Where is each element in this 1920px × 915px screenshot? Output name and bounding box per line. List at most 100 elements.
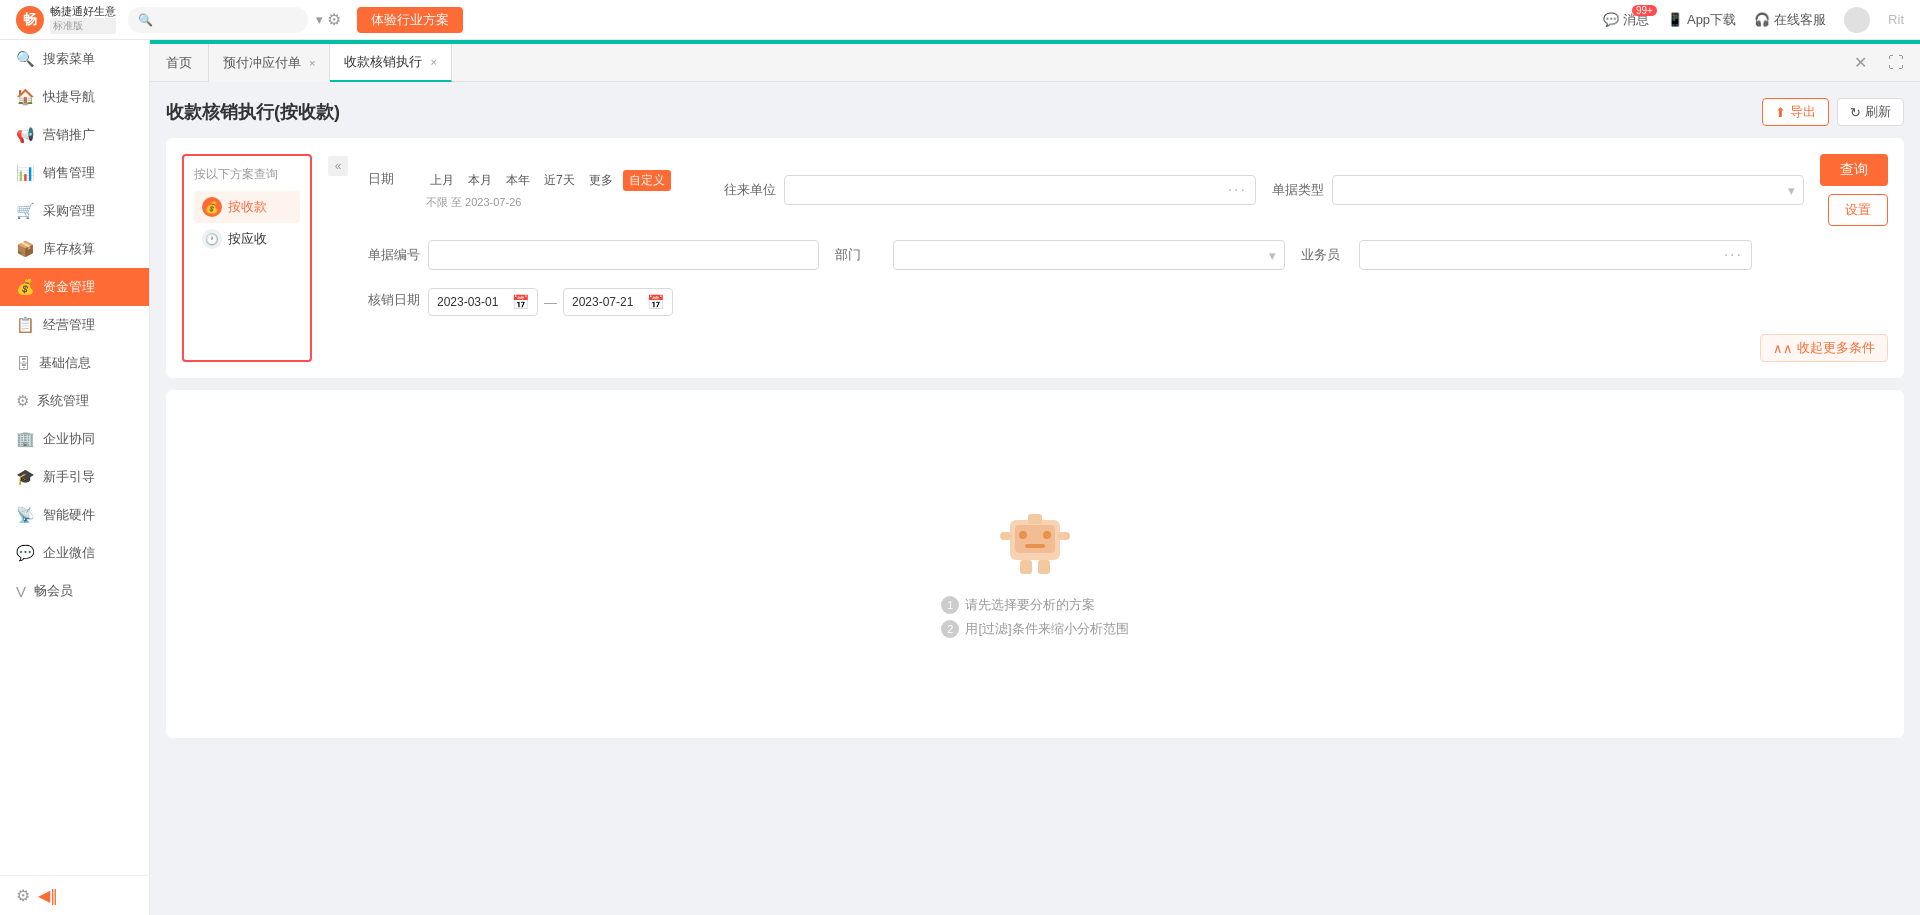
query-button[interactable]: 查询 (1820, 154, 1888, 186)
refresh-button[interactable]: ↻ 刷新 (1837, 98, 1904, 126)
tab-prepay-close-icon[interactable]: × (309, 57, 315, 69)
date-label: 日期 (368, 170, 418, 188)
date-link-more[interactable]: 更多 (585, 170, 617, 191)
sidebar-item-wechat[interactable]: 💬 企业微信 (0, 534, 149, 572)
sidebar-label-operations: 经营管理 (43, 316, 95, 334)
doc-no-label: 单据编号 (368, 246, 420, 264)
writeoff-end-input[interactable]: 2023-07-21 📅 (563, 288, 673, 316)
sidebar-item-operations[interactable]: 📋 经营管理 (0, 306, 149, 344)
sidebar-item-purchase[interactable]: 🛒 采购管理 (0, 192, 149, 230)
tab-expand-icon[interactable]: ⛶ (1882, 49, 1910, 77)
doc-type-select[interactable]: ▾ (1332, 175, 1804, 205)
tip-text-1: 请先选择要分析的方案 (965, 596, 1095, 614)
sidebar-label-enterprise: 企业协同 (43, 430, 95, 448)
page-title: 收款核销执行(按收款) (166, 100, 340, 124)
wechat-icon: 💬 (16, 544, 35, 562)
writeoff-start-input[interactable]: 2023-03-01 📅 (428, 288, 538, 316)
calendar-end-icon[interactable]: 📅 (647, 294, 664, 310)
export-button[interactable]: ⬆ 导出 (1762, 98, 1829, 126)
sidebar-item-sales[interactable]: 📊 销售管理 (0, 154, 149, 192)
phone-icon: 📱 (1667, 12, 1683, 27)
sidebar-label-system: 系统管理 (37, 392, 89, 410)
svg-rect-9 (1038, 560, 1050, 574)
filter-option-by-collection[interactable]: 💰 按收款 (194, 191, 300, 223)
sidebar-settings-icon[interactable]: ⚙ (16, 886, 30, 905)
enterprise-icon: 🏢 (16, 430, 35, 448)
sidebar-label-base-info: 基础信息 (39, 354, 91, 372)
svg-rect-8 (1020, 560, 1032, 574)
salesman-dots-icon[interactable]: ··· (1724, 246, 1743, 264)
collapse-more-btn[interactable]: ∧∧ 收起更多条件 (1760, 334, 1888, 362)
svg-rect-6 (1000, 532, 1012, 540)
sidebar-item-system[interactable]: ⚙ 系统管理 (0, 382, 149, 420)
salesman-select[interactable]: ··· (1359, 240, 1752, 270)
tab-close-all-icon[interactable]: ✕ (1846, 49, 1874, 77)
refresh-label: 刷新 (1865, 103, 1891, 121)
sidebar-item-member[interactable]: V 畅会员 (0, 572, 149, 610)
date-shortcuts: 上月 本月 本年 近7天 更多 自定义 (426, 170, 671, 191)
sidebar-item-guide[interactable]: 🎓 新手引导 (0, 458, 149, 496)
date-link-this-year[interactable]: 本年 (502, 170, 534, 191)
tab-bar: 首页 预付冲应付单 × 收款核销执行 × ✕ ⛶ (150, 44, 1920, 82)
avatar (1844, 7, 1870, 33)
filter-option-by-receivable[interactable]: 🕐 按应收 (194, 223, 300, 255)
tab-prepay[interactable]: 预付冲应付单 × (209, 44, 330, 82)
calendar-start-icon[interactable]: 📅 (512, 294, 529, 310)
date-link-custom[interactable]: 自定义 (623, 170, 671, 191)
filter-collapse: « (328, 154, 352, 362)
logo-tag: 标准版 (50, 18, 116, 34)
purchase-icon: 🛒 (16, 202, 35, 220)
empty-tip-1: 1 请先选择要分析的方案 (941, 596, 1128, 614)
svg-rect-5 (1028, 514, 1042, 524)
tab-collection[interactable]: 收款核销执行 × (330, 44, 451, 82)
sidebar-item-base-info[interactable]: 🗄 基础信息 (0, 344, 149, 382)
settings-button[interactable]: 设置 (1828, 194, 1888, 226)
sidebar-item-quick-nav[interactable]: 🏠 快捷导航 (0, 78, 149, 116)
tab-collection-label: 收款核销执行 (344, 53, 422, 71)
trial-btn[interactable]: 体验行业方案 (357, 7, 463, 33)
writeoff-date-label: 核销日期 (368, 291, 420, 309)
online-service-label: 在线客服 (1774, 11, 1826, 29)
date-link-7days[interactable]: 近7天 (540, 170, 579, 191)
date-link-this-month[interactable]: 本月 (464, 170, 496, 191)
filter-field-unit: 往来单位 ··· (724, 175, 1256, 205)
filter-right: 日期 上月 本月 本年 近7天 更多 自定义 不限 至 (368, 154, 1888, 362)
filter-sidebar: 按以下方案查询 💰 按收款 🕐 按应收 (182, 154, 312, 362)
sidebar-item-finance[interactable]: 💰 资金管理 (0, 268, 149, 306)
date-link-last-month[interactable]: 上月 (426, 170, 458, 191)
top-search[interactable]: 🔍 (128, 7, 308, 33)
export-icon: ⬆ (1775, 105, 1786, 120)
collapse-more-wrap: ∧∧ 收起更多条件 (368, 330, 1888, 362)
dropdown-arrow-icon[interactable]: ▾ (316, 12, 323, 27)
gear-icon[interactable]: ⚙ (327, 10, 341, 29)
tab-home[interactable]: 首页 (150, 44, 209, 82)
message-icon: 💬 (1603, 12, 1619, 27)
doc-type-label: 单据类型 (1272, 181, 1324, 199)
sidebar-item-search-menu[interactable]: 🔍 搜索菜单 (0, 40, 149, 78)
page-header: 收款核销执行(按收款) ⬆ 导出 ↻ 刷新 (166, 98, 1904, 126)
dept-select[interactable]: ▾ (893, 240, 1286, 270)
doc-no-input[interactable] (428, 240, 819, 270)
sidebar-item-inventory[interactable]: 📦 库存核算 (0, 230, 149, 268)
dept-chevron-icon: ▾ (1269, 248, 1276, 263)
app-download-btn[interactable]: 📱 App下载 (1667, 11, 1736, 29)
member-icon: V (16, 583, 26, 600)
tab-collection-close-icon[interactable]: × (430, 56, 436, 68)
sidebar-collapse-icon[interactable]: ◀‖ (38, 886, 58, 905)
top-bar-right: 💬 消息 99+ 📱 App下载 🎧 在线客服 Rit (1603, 7, 1904, 33)
message-badge: 99+ (1632, 5, 1657, 16)
writeoff-date-range: 2023-03-01 📅 — 2023-07-21 📅 (428, 288, 673, 316)
search-icon: 🔍 (138, 13, 153, 27)
message-btn[interactable]: 💬 消息 99+ (1603, 11, 1649, 29)
by-collection-icon: 💰 (202, 197, 222, 217)
online-service-btn[interactable]: 🎧 在线客服 (1754, 11, 1826, 29)
sidebar-item-enterprise[interactable]: 🏢 企业协同 (0, 420, 149, 458)
filter-collapse-btn[interactable]: « (328, 156, 348, 176)
unit-dots-icon[interactable]: ··· (1228, 181, 1247, 199)
empty-state-illustration (990, 490, 1080, 580)
unit-select[interactable]: ··· (784, 175, 1256, 205)
system-icon: ⚙ (16, 392, 29, 410)
sidebar-item-marketing[interactable]: 📢 营销推广 (0, 116, 149, 154)
sidebar-item-hardware[interactable]: 📡 智能硬件 (0, 496, 149, 534)
empty-state: 1 请先选择要分析的方案 2 用[过滤]条件来缩小分析范围 (166, 430, 1904, 698)
